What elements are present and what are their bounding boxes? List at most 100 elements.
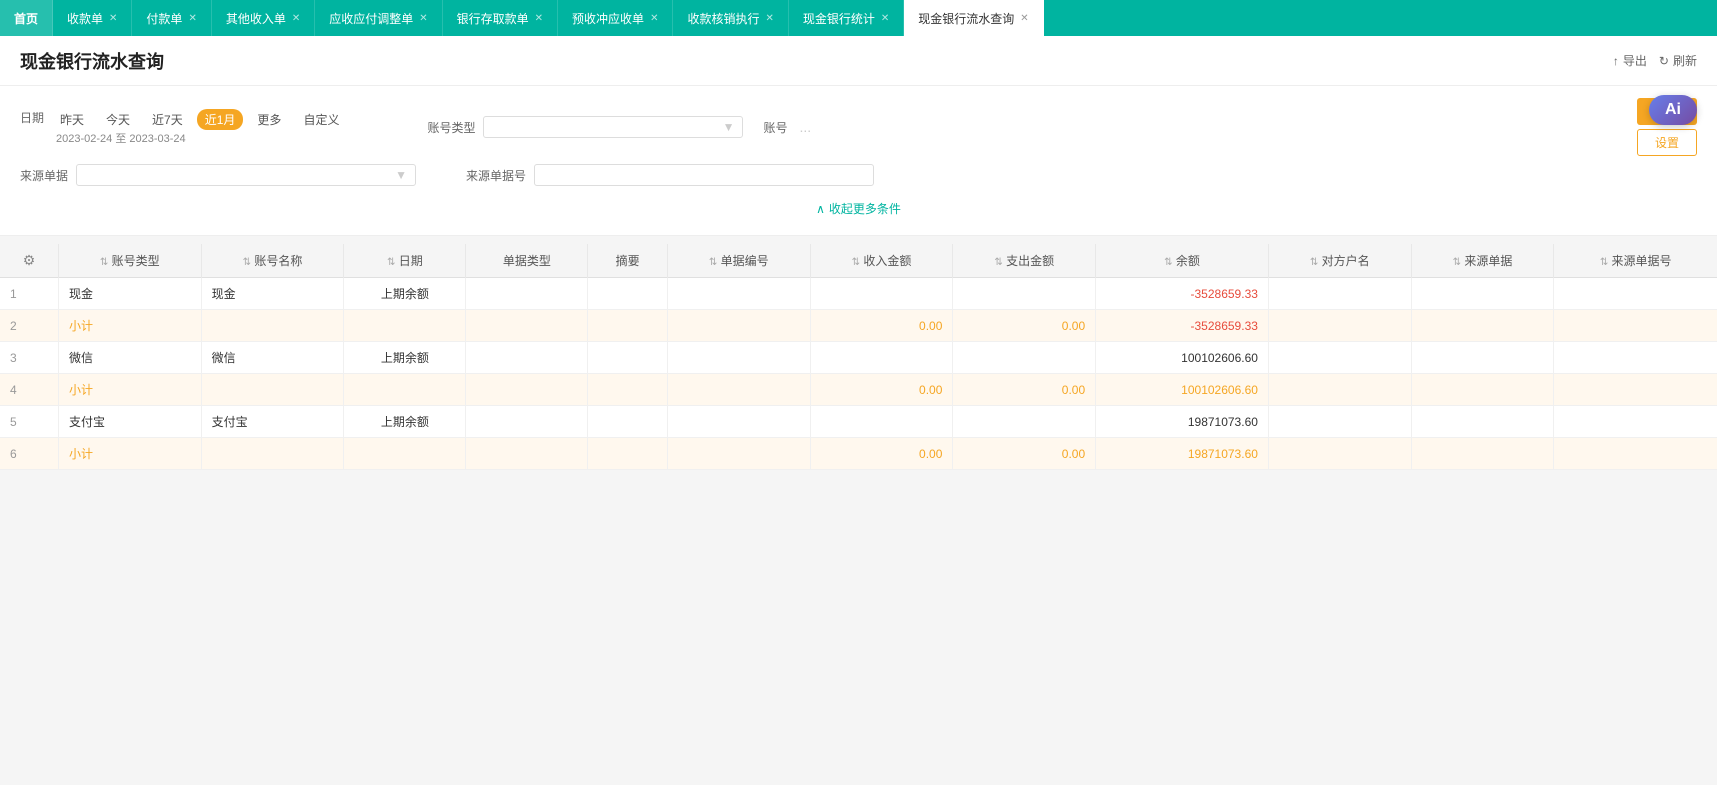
sort-icon-doc-num: ⇅ [709,257,717,268]
cell-income [810,342,953,374]
source-doc-select[interactable]: ▼ [76,164,416,186]
table-row: 3 微信 微信 上期余额 100102606.60 [0,342,1717,374]
nav-close-shoukuandan[interactable]: ✕ [109,13,117,24]
cell-row-num: 4 [0,374,58,406]
cell-balance: -3528659.33 [1096,278,1269,310]
refresh-button[interactable]: ↻ 刷新 [1659,52,1697,69]
cell-source-doc-num [1554,374,1717,406]
col-header-settings[interactable]: ⚙ [0,244,58,278]
cell-doc-type [466,406,588,438]
source-doc-num-filter-group: 来源单据号 [466,164,874,186]
nav-close-liushui[interactable]: ✕ [1020,13,1028,24]
col-header-income[interactable]: ⇅ 收入金额 [810,244,953,278]
nav-close-cunquan[interactable]: ✕ [535,13,543,24]
nav-tab-liushui[interactable]: 现金银行流水查询 ✕ [904,0,1043,36]
cell-source-doc [1411,342,1554,374]
cell-counterpart [1268,406,1411,438]
col-header-balance[interactable]: ⇅ 余额 [1096,244,1269,278]
nav-tab-tongji[interactable]: 现金银行统计 ✕ [789,0,904,36]
col-header-source-doc[interactable]: ⇅ 来源单据 [1411,244,1554,278]
cell-summary [588,342,668,374]
date-filter-group: 日期 昨天 今天 近7天 近1月 更多 自定义 2023-02-24 至 202… [20,109,347,146]
sort-icon-date: ⇅ [387,257,395,268]
date-label: 日期 [20,109,44,126]
nav-close-yushouchong[interactable]: ✕ [650,13,658,24]
table-container: ⚙ ⇅ 账号类型 ⇅ 账号名称 ⇅ 日期 单据类型 摘要 [0,244,1717,470]
filter-row-2: 来源单据 ▼ 来源单据号 [20,164,1697,186]
col-header-account-type[interactable]: ⇅ 账号类型 [58,244,201,278]
cell-income: 0.00 [810,310,953,342]
nav-close-zhixing[interactable]: ✕ [765,13,773,24]
account-type-filter-group: 账号类型 ▼ [427,116,743,138]
sort-icon-source-doc-num: ⇅ [1600,257,1608,268]
cell-doc-num [667,406,810,438]
date-option-jin1yue[interactable]: 近1月 [197,109,244,130]
cell-doc-num [667,438,810,470]
date-option-jintian[interactable]: 今天 [98,109,138,130]
source-doc-num-input[interactable] [534,164,874,186]
settings-button[interactable]: 设置 [1637,129,1697,156]
cell-summary [588,278,668,310]
cell-source-doc [1411,406,1554,438]
cell-expense [953,342,1096,374]
cell-account-name: 现金 [201,278,344,310]
sort-icon-expense: ⇅ [994,257,1002,268]
nav-tab-zhixing[interactable]: 收款核销执行 ✕ [673,0,788,36]
col-header-summary: 摘要 [588,244,668,278]
table-row: 6 小计 0.00 0.00 19871073.60 [0,438,1717,470]
nav-tab-fukuandan[interactable]: 付款单 ✕ [132,0,211,36]
col-header-expense[interactable]: ⇅ 支出金额 [953,244,1096,278]
cell-account-name [201,374,344,406]
cell-summary [588,374,668,406]
cell-source-doc-num [1554,310,1717,342]
collapse-bar[interactable]: ∧ 收起更多条件 [20,194,1697,223]
cell-source-doc [1411,278,1554,310]
sort-icon-source-doc: ⇅ [1453,257,1461,268]
nav-tab-yushouchong[interactable]: 预收冲应收单 ✕ [558,0,673,36]
col-header-account-name[interactable]: ⇅ 账号名称 [201,244,344,278]
cell-doc-type [466,438,588,470]
date-option-zidingyi[interactable]: 自定义 [295,109,347,130]
cell-summary [588,406,668,438]
sort-icon-balance: ⇅ [1164,257,1172,268]
col-header-source-doc-num[interactable]: ⇅ 来源单据号 [1554,244,1717,278]
cell-source-doc-num [1554,438,1717,470]
cell-account-type: 微信 [58,342,201,374]
cell-doc-num [667,342,810,374]
nav-close-fukuandan[interactable]: ✕ [188,13,196,24]
cell-income: 0.00 [810,374,953,406]
cell-account-type: 小计 [58,438,201,470]
export-button[interactable]: ↑ 导出 [1613,52,1647,69]
nav-close-tiaozheng[interactable]: ✕ [419,13,427,24]
col-header-doc-num[interactable]: ⇅ 单据编号 [667,244,810,278]
col-header-counterpart[interactable]: ⇅ 对方户名 [1268,244,1411,278]
cell-doc-num [667,374,810,406]
cell-source-doc-num [1554,342,1717,374]
nav-close-tongji[interactable]: ✕ [881,13,889,24]
date-options: 昨天 今天 近7天 近1月 更多 自定义 [52,109,347,130]
ai-badge[interactable]: Ai [1649,95,1697,125]
nav-tab-qitashouru[interactable]: 其他收入单 ✕ [212,0,315,36]
nav-tab-cunquan[interactable]: 银行存取款单 ✕ [443,0,558,36]
sort-icon-account-type: ⇅ [100,257,108,268]
nav-tab-tiaozheng[interactable]: 应收应付调整单 ✕ [315,0,442,36]
page-header: 现金银行流水查询 ↑ 导出 ↻ 刷新 [0,36,1717,86]
cell-summary [588,310,668,342]
col-header-date[interactable]: ⇅ 日期 [344,244,466,278]
nav-tab-shoukuandan[interactable]: 收款单 ✕ [53,0,132,36]
cell-expense: 0.00 [953,310,1096,342]
gear-icon[interactable]: ⚙ [23,252,36,268]
date-option-jin7tian[interactable]: 近7天 [144,109,191,130]
cell-account-type: 支付宝 [58,406,201,438]
cell-counterpart [1268,374,1411,406]
date-option-gengduo[interactable]: 更多 [249,109,289,130]
nav-home[interactable]: 首页 [0,0,53,36]
account-type-select[interactable]: ▼ [483,116,743,138]
account-dots[interactable]: ... [799,119,811,135]
cell-row-num: 5 [0,406,58,438]
cell-expense [953,406,1096,438]
cell-account-name: 支付宝 [201,406,344,438]
page-title: 现金银行流水查询 [20,48,164,74]
nav-close-qitashouru[interactable]: ✕ [292,13,300,24]
date-option-zuotian[interactable]: 昨天 [52,109,92,130]
